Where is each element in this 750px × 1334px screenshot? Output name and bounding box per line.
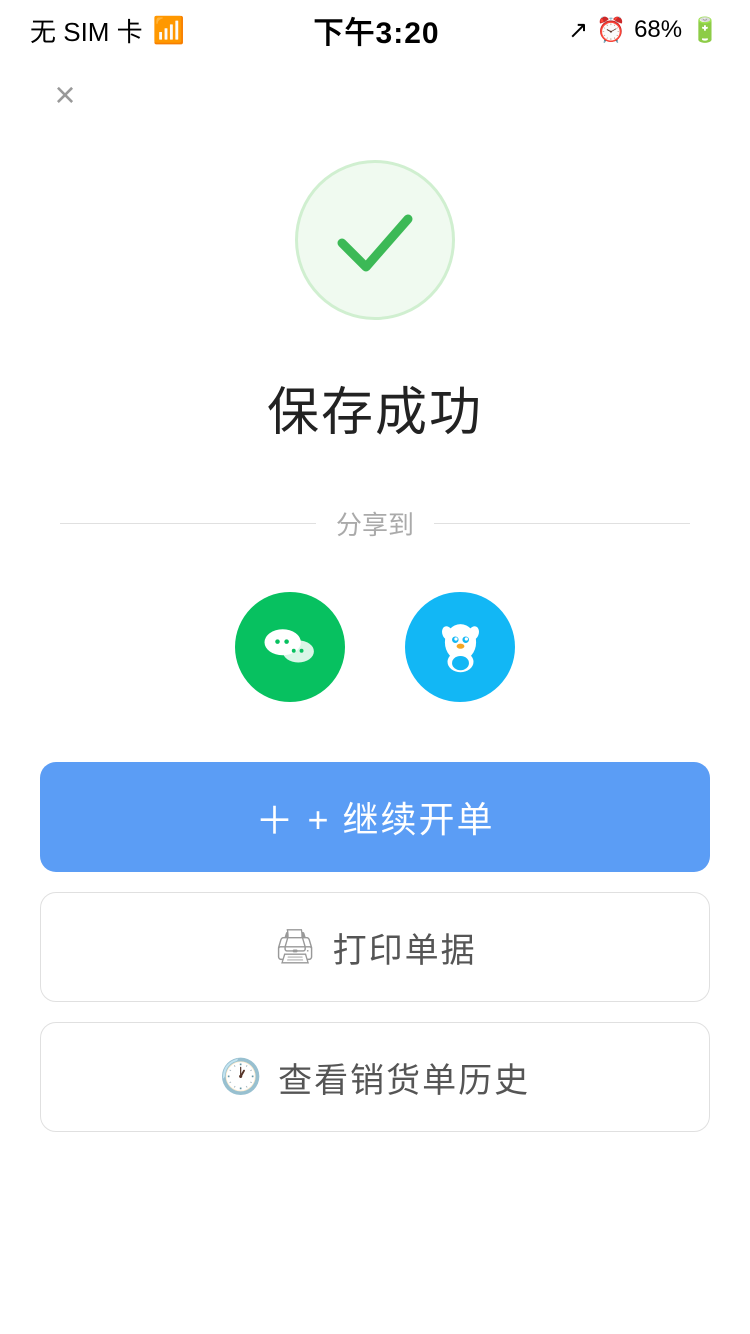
printer-icon: 🖨 [273, 927, 318, 967]
status-right: ↗ ⏰ 68% 🔋 [568, 16, 720, 45]
main-content: 保存成功 分享到 [0, 60, 750, 1132]
close-button[interactable]: × [40, 70, 90, 120]
wifi-icon: 📶 [153, 15, 185, 46]
qq-icon-svg [428, 615, 493, 680]
qq-share-button[interactable] [405, 592, 515, 702]
success-title: 保存成功 [267, 370, 483, 445]
no-sim-label: 无 SIM 卡 [30, 12, 143, 49]
share-divider: 分享到 [0, 505, 750, 542]
share-icons [235, 592, 515, 702]
action-buttons: ＋ + 继续开单 🖨 打印单据 🕐 查看销货单历史 [0, 762, 750, 1132]
direction-icon: ↗ [568, 16, 588, 45]
status-bar: 无 SIM 卡 📶 下午3:20 ↗ ⏰ 68% 🔋 [0, 0, 750, 60]
status-left: 无 SIM 卡 📶 [30, 12, 185, 49]
battery-icon: 🔋 [690, 16, 720, 45]
view-history-button[interactable]: 🕐 查看销货单历史 [40, 1022, 710, 1132]
share-label: 分享到 [336, 505, 414, 542]
print-receipt-button[interactable]: 🖨 打印单据 [40, 892, 710, 1002]
share-section: 分享到 [0, 505, 750, 702]
continue-order-label: + 继续开单 [307, 791, 494, 843]
view-history-label: 查看销货单历史 [278, 1053, 530, 1102]
plus-icon: ＋ [255, 790, 295, 845]
alarm-icon: ⏰ [596, 16, 626, 45]
print-receipt-label: 打印单据 [333, 923, 477, 972]
wechat-share-button[interactable] [235, 592, 345, 702]
continue-order-button[interactable]: ＋ + 继续开单 [40, 762, 710, 872]
success-circle [295, 160, 455, 320]
close-icon: × [54, 74, 75, 116]
status-time: 下午3:20 [314, 8, 440, 52]
divider-right [434, 523, 690, 524]
clock-icon: 🕐 [220, 1057, 264, 1097]
wechat-icon-svg [258, 615, 323, 680]
divider-left [60, 523, 316, 524]
battery-label: 68% [634, 16, 682, 44]
checkmark-icon [330, 195, 420, 285]
